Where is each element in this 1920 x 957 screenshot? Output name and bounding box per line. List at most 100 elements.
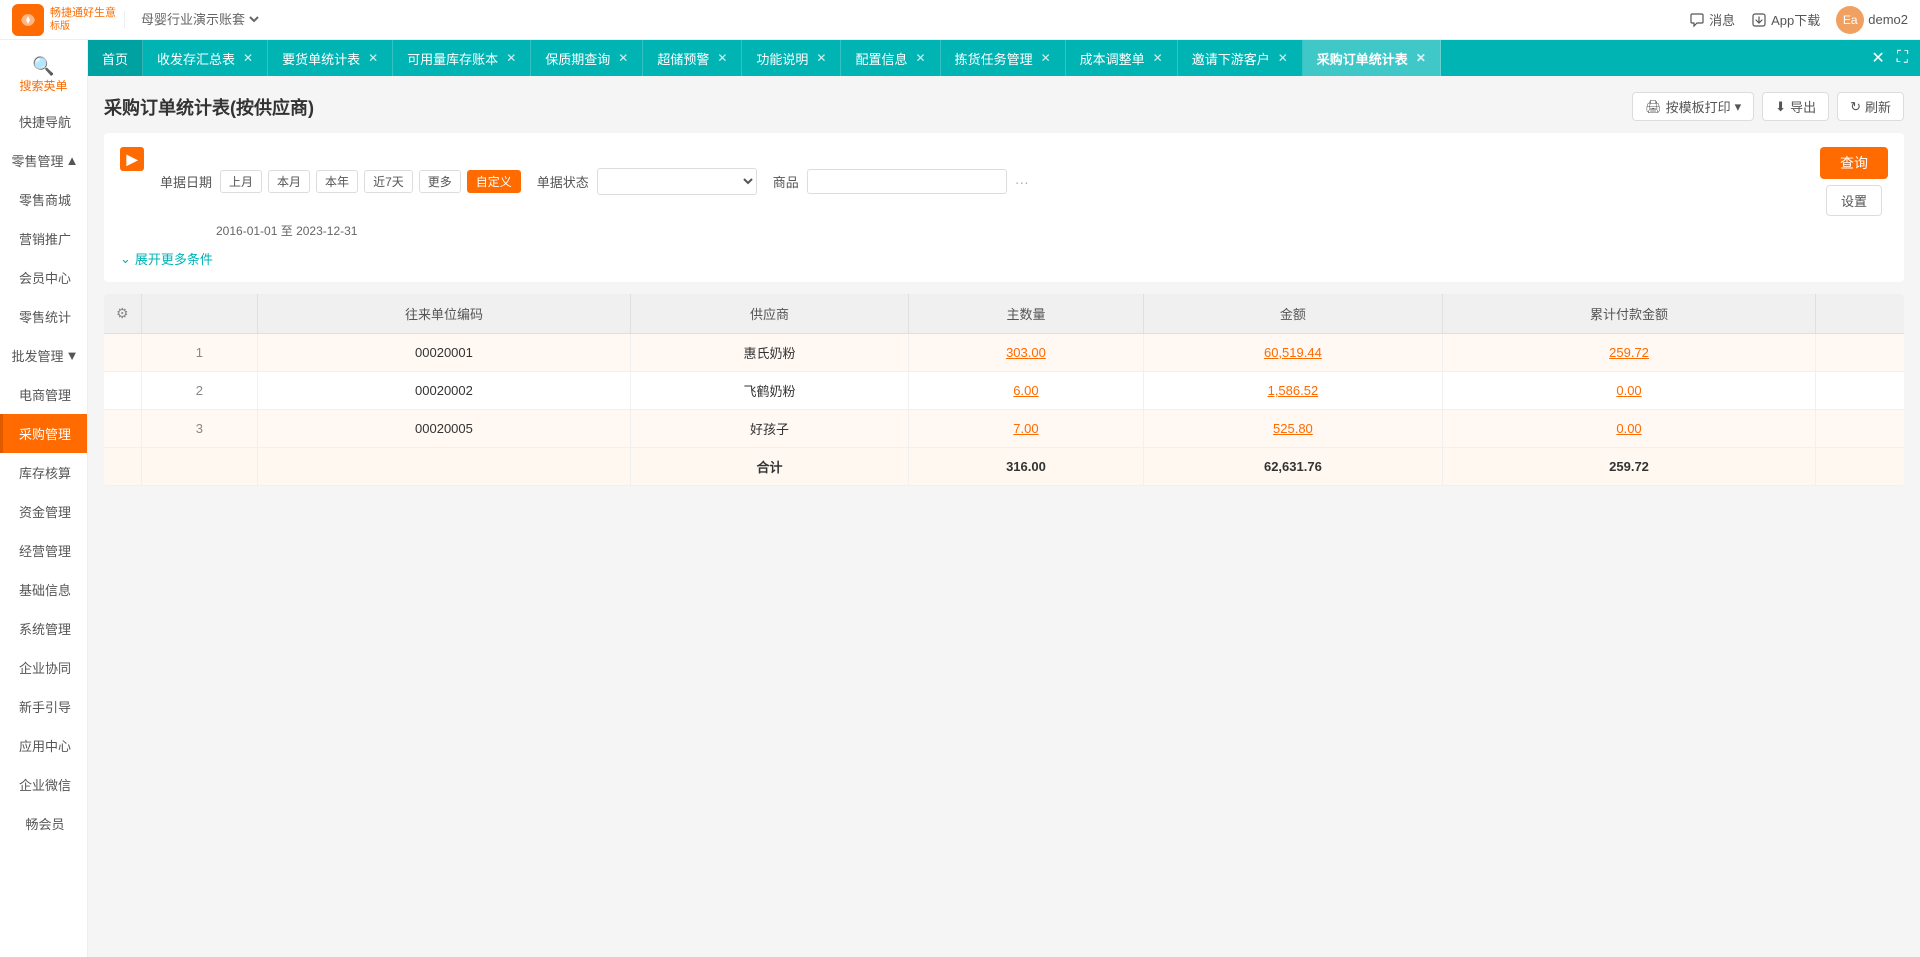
top-bar-left: 畅捷通好生意 标版 母婴行业演示账套 bbox=[12, 4, 262, 36]
tab-goods-stats[interactable]: 要货单统计表 ✕ bbox=[268, 40, 393, 76]
user-profile[interactable]: Ea demo2 bbox=[1836, 6, 1908, 34]
sidebar-item-wholesale[interactable]: 批发管理 ▼ bbox=[0, 336, 87, 375]
td-quantity[interactable]: 303.00 bbox=[909, 334, 1143, 372]
td-row-num: 1 bbox=[141, 334, 258, 372]
th-settings[interactable]: ⚙ bbox=[104, 294, 141, 334]
page-actions: 🖨 按模板打印 ▾ ⬇ 导出 ↻ 刷新 bbox=[1632, 92, 1904, 121]
tab-close-icon[interactable]: ✕ bbox=[1041, 51, 1051, 65]
data-table: ⚙ 往来单位编码 供应商 主数量 金额 累计付款金额 bbox=[104, 294, 1904, 486]
tab-purchase-stats[interactable]: 采购订单统计表 ✕ bbox=[1303, 40, 1441, 76]
sidebar-item-ecommerce[interactable]: 电商管理 bbox=[0, 375, 87, 414]
date-btn-custom[interactable]: 自定义 bbox=[467, 170, 521, 193]
sidebar-item-retail-stats[interactable]: 零售统计 bbox=[0, 297, 87, 336]
column-settings-icon[interactable]: ⚙ bbox=[116, 305, 129, 321]
th-quantity: 主数量 bbox=[909, 294, 1143, 334]
sidebar-item-retail-mall[interactable]: 零售商城 bbox=[0, 180, 87, 219]
th-supplier-name: 供应商 bbox=[630, 294, 909, 334]
sidebar-item-enterprise-wechat[interactable]: 企业微信 bbox=[0, 765, 87, 804]
workspace-select[interactable]: 母婴行业演示账套 bbox=[137, 11, 262, 28]
date-btn-last-month[interactable]: 上月 bbox=[220, 170, 262, 193]
date-btn-this-year[interactable]: 本年 bbox=[316, 170, 358, 193]
td-supplier-code: 00020002 bbox=[258, 372, 631, 410]
tab-close-icon[interactable]: ✕ bbox=[816, 51, 826, 65]
sidebar-item-basic-info[interactable]: 基础信息 bbox=[0, 570, 87, 609]
tab-close-icon[interactable]: ✕ bbox=[916, 51, 926, 65]
tab-validity-query[interactable]: 保质期查询 ✕ bbox=[531, 40, 643, 76]
refresh-icon: ↻ bbox=[1850, 99, 1861, 115]
td-amount[interactable]: 1,586.52 bbox=[1143, 372, 1443, 410]
td-amount[interactable]: 525.80 bbox=[1143, 410, 1443, 448]
goods-input[interactable] bbox=[807, 169, 1007, 194]
td-supplier-name: 飞鹤奶粉 bbox=[630, 372, 909, 410]
sidebar-item-app-center[interactable]: 应用中心 bbox=[0, 726, 87, 765]
nav-tabs: 首页 收发存汇总表 ✕ 要货单统计表 ✕ 可用量库存账本 ✕ 保质期查询 ✕ 超… bbox=[88, 40, 1920, 76]
workspace-title[interactable]: 母婴行业演示账套 bbox=[124, 11, 262, 28]
page-content: 采购订单统计表(按供应商) 🖨 按模板打印 ▾ ⬇ 导出 ↻ 刷新 bbox=[88, 76, 1920, 957]
status-select[interactable] bbox=[597, 168, 757, 195]
tab-close-icon[interactable]: ✕ bbox=[506, 51, 516, 65]
sidebar-item-finance[interactable]: 资金管理 bbox=[0, 492, 87, 531]
td-paid-amount[interactable]: 259.72 bbox=[1443, 334, 1816, 372]
tfoot-sum-label: 合计 bbox=[630, 448, 909, 486]
sidebar-item-retail-management[interactable]: 零售管理 ▲ bbox=[0, 141, 87, 180]
tab-cost-adjust[interactable]: 成本调整单 ✕ bbox=[1066, 40, 1178, 76]
refresh-button[interactable]: ↻ 刷新 bbox=[1837, 92, 1904, 121]
tab-close-icon[interactable]: ✕ bbox=[243, 51, 253, 65]
top-bar-right: 消息 App下载 Ea demo2 bbox=[1689, 6, 1908, 34]
sidebar-item-marketing[interactable]: 营销推广 bbox=[0, 219, 87, 258]
filter-goods-item: 商品 ··· bbox=[773, 169, 1029, 194]
page-title: 采购订单统计表(按供应商) bbox=[104, 94, 314, 120]
goods-search-ellipsis[interactable]: ··· bbox=[1015, 174, 1029, 190]
tab-available-inventory[interactable]: 可用量库存账本 ✕ bbox=[393, 40, 531, 76]
date-btn-last-7days[interactable]: 近7天 bbox=[364, 170, 413, 193]
sidebar-search[interactable]: 🔍 搜索英单 bbox=[0, 48, 87, 102]
tab-invite-downstream[interactable]: 邀请下游客户 ✕ bbox=[1178, 40, 1303, 76]
td-row-num: 3 bbox=[141, 410, 258, 448]
tab-overstock-warning[interactable]: 超储预警 ✕ bbox=[643, 40, 742, 76]
filter-date-buttons: 上月 本月 本年 近7天 更多 自定义 bbox=[220, 170, 521, 193]
filter-date-item: 单据日期 上月 本月 本年 近7天 更多 自定义 bbox=[160, 170, 521, 193]
settings-button[interactable]: 设置 bbox=[1826, 185, 1882, 216]
tab-close-icon[interactable]: ✕ bbox=[1153, 51, 1163, 65]
date-btn-more[interactable]: 更多 bbox=[419, 170, 461, 193]
sidebar-item-purchase[interactable]: 采购管理 bbox=[0, 414, 87, 453]
tab-close-icon[interactable]: ✕ bbox=[1278, 51, 1288, 65]
td-amount[interactable]: 60,519.44 bbox=[1143, 334, 1443, 372]
maximize-tab-btn[interactable]: ⛶ bbox=[1893, 49, 1912, 67]
expand-more-btn[interactable]: ⌄ 展开更多条件 bbox=[120, 249, 1888, 268]
sidebar-item-member2[interactable]: 畅会员 bbox=[0, 804, 87, 843]
logo-text: 畅捷通好生意 标版 bbox=[50, 6, 116, 33]
tab-close-icon[interactable]: ✕ bbox=[618, 51, 628, 65]
td-paid-amount[interactable]: 0.00 bbox=[1443, 410, 1816, 448]
print-button[interactable]: 🖨 按模板打印 ▾ bbox=[1632, 92, 1754, 121]
tab-close-icon[interactable]: ✕ bbox=[717, 51, 727, 65]
app-download-button[interactable]: App下载 bbox=[1751, 10, 1820, 29]
sidebar-item-system[interactable]: 系统管理 bbox=[0, 609, 87, 648]
chevron-down-icon: ⌄ bbox=[120, 251, 131, 267]
expand-more: ⌄ 展开更多条件 bbox=[120, 249, 1888, 268]
date-btn-this-month[interactable]: 本月 bbox=[268, 170, 310, 193]
chevron-down-icon: ▾ bbox=[1735, 99, 1742, 115]
td-paid-amount[interactable]: 0.00 bbox=[1443, 372, 1816, 410]
tab-close-icon[interactable]: ✕ bbox=[368, 51, 378, 65]
tab-config-info[interactable]: 配置信息 ✕ bbox=[841, 40, 940, 76]
tab-collection-summary[interactable]: 收发存汇总表 ✕ bbox=[143, 40, 268, 76]
tab-home[interactable]: 首页 bbox=[88, 40, 143, 76]
filter-toggle-btn[interactable]: ▶ bbox=[120, 147, 144, 171]
export-button[interactable]: ⬇ 导出 bbox=[1762, 92, 1829, 121]
tab-picking-task[interactable]: 拣货任务管理 ✕ bbox=[941, 40, 1066, 76]
sidebar-item-member[interactable]: 会员中心 bbox=[0, 258, 87, 297]
query-button[interactable]: 查询 bbox=[1820, 147, 1888, 179]
message-button[interactable]: 消息 bbox=[1689, 10, 1735, 29]
sidebar-item-operations[interactable]: 经营管理 bbox=[0, 531, 87, 570]
tab-feature-desc[interactable]: 功能说明 ✕ bbox=[742, 40, 841, 76]
td-quantity[interactable]: 7.00 bbox=[909, 410, 1143, 448]
tab-close-icon[interactable]: ✕ bbox=[1416, 51, 1426, 65]
sidebar-item-enterprise[interactable]: 企业协同 bbox=[0, 648, 87, 687]
td-supplier-code: 00020001 bbox=[258, 334, 631, 372]
sidebar-item-inventory[interactable]: 库存核算 bbox=[0, 453, 87, 492]
td-quantity[interactable]: 6.00 bbox=[909, 372, 1143, 410]
sidebar-item-new-guide[interactable]: 新手引导 bbox=[0, 687, 87, 726]
close-tab-btn[interactable]: ✕ bbox=[1867, 48, 1888, 68]
sidebar-item-quick-nav[interactable]: 快捷导航 bbox=[0, 102, 87, 141]
